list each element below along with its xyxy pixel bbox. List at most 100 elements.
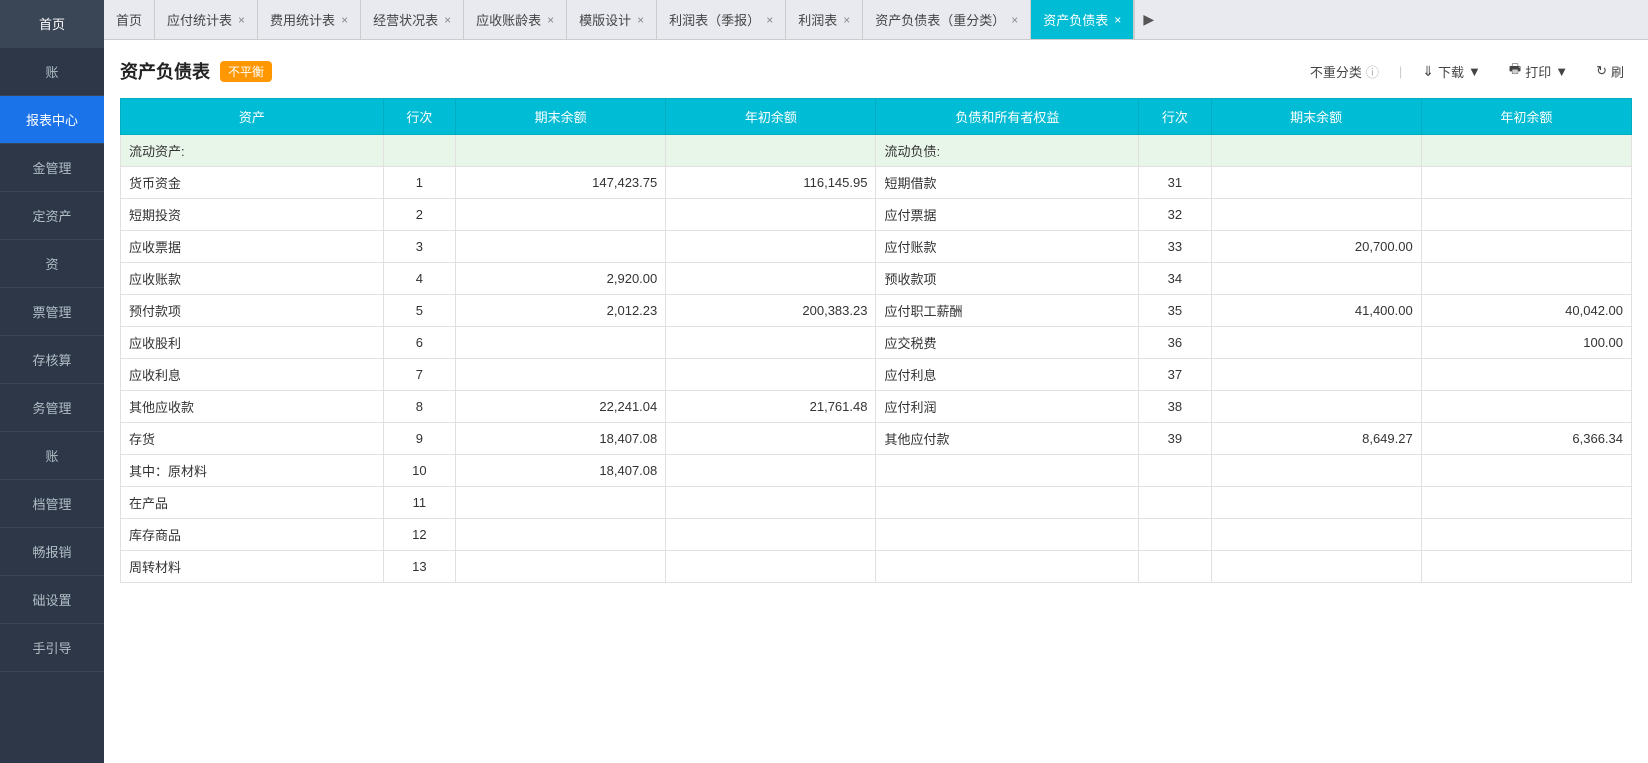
asset-end-balance: 18,407.08	[456, 455, 666, 487]
liab-year-start	[1421, 551, 1631, 583]
tab-template[interactable]: 模版设计 ×	[567, 0, 657, 40]
asset-end-balance	[456, 487, 666, 519]
asset-line	[383, 135, 455, 167]
asset-line: 7	[383, 359, 455, 391]
table-row: 货币资金 1 147,423.75 116,145.95 短期借款 31	[121, 167, 1632, 199]
liab-year-start	[1421, 391, 1631, 423]
asset-line: 4	[383, 263, 455, 295]
table-row: 应收账款 4 2,920.00 预收款项 34	[121, 263, 1632, 295]
sidebar-item-home[interactable]: 首页	[0, 0, 104, 48]
sidebar-item-ledger[interactable]: 账	[0, 432, 104, 480]
sidebar-item-inventory[interactable]: 存核算	[0, 336, 104, 384]
liab-end-balance: 8,649.27	[1211, 423, 1421, 455]
chevron-down-icon: ▼	[1468, 64, 1481, 79]
refresh-btn[interactable]: ↻ 刷	[1588, 58, 1632, 85]
asset-year-start	[666, 551, 876, 583]
liab-line: 34	[1139, 263, 1211, 295]
tab-operation[interactable]: 经营状况表 ×	[361, 0, 464, 40]
sidebar-item-investment[interactable]: 资	[0, 240, 104, 288]
liability-label	[876, 519, 1139, 551]
tab-balance[interactable]: 资产负债表 ×	[1031, 0, 1134, 40]
tab-profit[interactable]: 利润表 ×	[786, 0, 863, 40]
tab-profit-quarter[interactable]: 利润表（季报） ×	[657, 0, 786, 40]
asset-year-start	[666, 199, 876, 231]
asset-label: 其他应收款	[121, 391, 384, 423]
liab-year-start	[1421, 487, 1631, 519]
asset-year-start	[666, 455, 876, 487]
asset-label: 库存商品	[121, 519, 384, 551]
asset-year-start	[666, 231, 876, 263]
liab-end-balance	[1211, 199, 1421, 231]
liab-end-balance	[1211, 487, 1421, 519]
tab-home[interactable]: 首页	[104, 0, 155, 40]
asset-end-balance	[456, 231, 666, 263]
liab-end-balance	[1211, 359, 1421, 391]
tab-close-receivable-age[interactable]: ×	[547, 13, 554, 27]
asset-label: 应收账款	[121, 263, 384, 295]
asset-label: 预付款项	[121, 295, 384, 327]
tab-receivable-age[interactable]: 应收账龄表 ×	[464, 0, 567, 40]
asset-label: 应收票据	[121, 231, 384, 263]
tab-close-operation[interactable]: ×	[444, 13, 451, 27]
asset-line: 6	[383, 327, 455, 359]
table-row: 预付款项 5 2,012.23 200,383.23 应付职工薪酬 35 41,…	[121, 295, 1632, 327]
sidebar-item-account[interactable]: 账	[0, 48, 104, 96]
liab-year-start	[1421, 135, 1631, 167]
liab-line: 31	[1139, 167, 1211, 199]
liability-label: 流动负债:	[876, 135, 1139, 167]
table-row: 短期投资 2 应付票据 32	[121, 199, 1632, 231]
asset-label: 应收股利	[121, 327, 384, 359]
tab-bar: 首页 应付统计表 × 费用统计表 × 经营状况表 × 应收账龄表 × 模版设计 …	[104, 0, 1648, 40]
liability-label	[876, 455, 1139, 487]
sidebar-item-report-center[interactable]: 报表中心	[0, 96, 104, 144]
liab-year-start: 100.00	[1421, 327, 1631, 359]
tab-close-payable-stat[interactable]: ×	[238, 13, 245, 27]
tab-close-balance[interactable]: ×	[1114, 13, 1121, 27]
liab-end-balance	[1211, 263, 1421, 295]
tab-close-expense-stat[interactable]: ×	[341, 13, 348, 27]
tab-close-profit-quarter[interactable]: ×	[766, 13, 773, 27]
liability-label	[876, 551, 1139, 583]
sidebar-item-finance[interactable]: 金管理	[0, 144, 104, 192]
sidebar-item-fixed-assets[interactable]: 定资产	[0, 192, 104, 240]
asset-label: 其中：原材料	[121, 455, 384, 487]
sidebar-item-archive[interactable]: 档管理	[0, 480, 104, 528]
page-title-area: 资产负债表 不平衡	[120, 58, 272, 84]
header-liability-equity: 负债和所有者权益	[876, 99, 1139, 135]
header-asset: 资产	[121, 99, 384, 135]
asset-end-balance	[456, 327, 666, 359]
header-end-balance: 期末余额	[456, 99, 666, 135]
print-btn[interactable]: 🖶 打印 ▼	[1501, 56, 1576, 86]
sidebar-item-settings[interactable]: 础设置	[0, 576, 104, 624]
tab-close-profit[interactable]: ×	[843, 13, 850, 27]
download-btn[interactable]: ⇓ 下载 ▼	[1414, 58, 1489, 85]
liab-line	[1139, 519, 1211, 551]
sidebar: 首页 账 报表中心 金管理 定资产 资 票管理 存核算 务管理 账 档管理 畅报…	[0, 0, 104, 763]
table-row: 应收利息 7 应付利息 37	[121, 359, 1632, 391]
liab-end-balance: 20,700.00	[1211, 231, 1421, 263]
liability-label: 短期借款	[876, 167, 1139, 199]
no-reclassify-btn[interactable]: 不重分类 ⓘ	[1302, 58, 1387, 85]
sidebar-item-guide[interactable]: 手引导	[0, 624, 104, 672]
liability-label: 应付票据	[876, 199, 1139, 231]
asset-label: 应收利息	[121, 359, 384, 391]
unbalanced-badge: 不平衡	[220, 61, 272, 82]
tab-payable-stat[interactable]: 应付统计表 ×	[155, 0, 258, 40]
liab-year-start	[1421, 263, 1631, 295]
sidebar-item-expense[interactable]: 畅报销	[0, 528, 104, 576]
tab-expense-stat[interactable]: 费用统计表 ×	[258, 0, 361, 40]
table-row: 在产品 11	[121, 487, 1632, 519]
sidebar-item-invoice[interactable]: 票管理	[0, 288, 104, 336]
liab-line: 33	[1139, 231, 1211, 263]
tab-close-template[interactable]: ×	[637, 13, 644, 27]
liab-year-start	[1421, 519, 1631, 551]
tab-nav-more[interactable]: ▶	[1134, 0, 1162, 40]
asset-line: 1	[383, 167, 455, 199]
asset-year-start	[666, 359, 876, 391]
liab-end-balance	[1211, 327, 1421, 359]
asset-year-start	[666, 519, 876, 551]
liability-label: 应交税费	[876, 327, 1139, 359]
tab-close-balance-reclassify[interactable]: ×	[1011, 13, 1018, 27]
sidebar-item-tax[interactable]: 务管理	[0, 384, 104, 432]
tab-balance-reclassify[interactable]: 资产负债表（重分类） ×	[863, 0, 1031, 40]
